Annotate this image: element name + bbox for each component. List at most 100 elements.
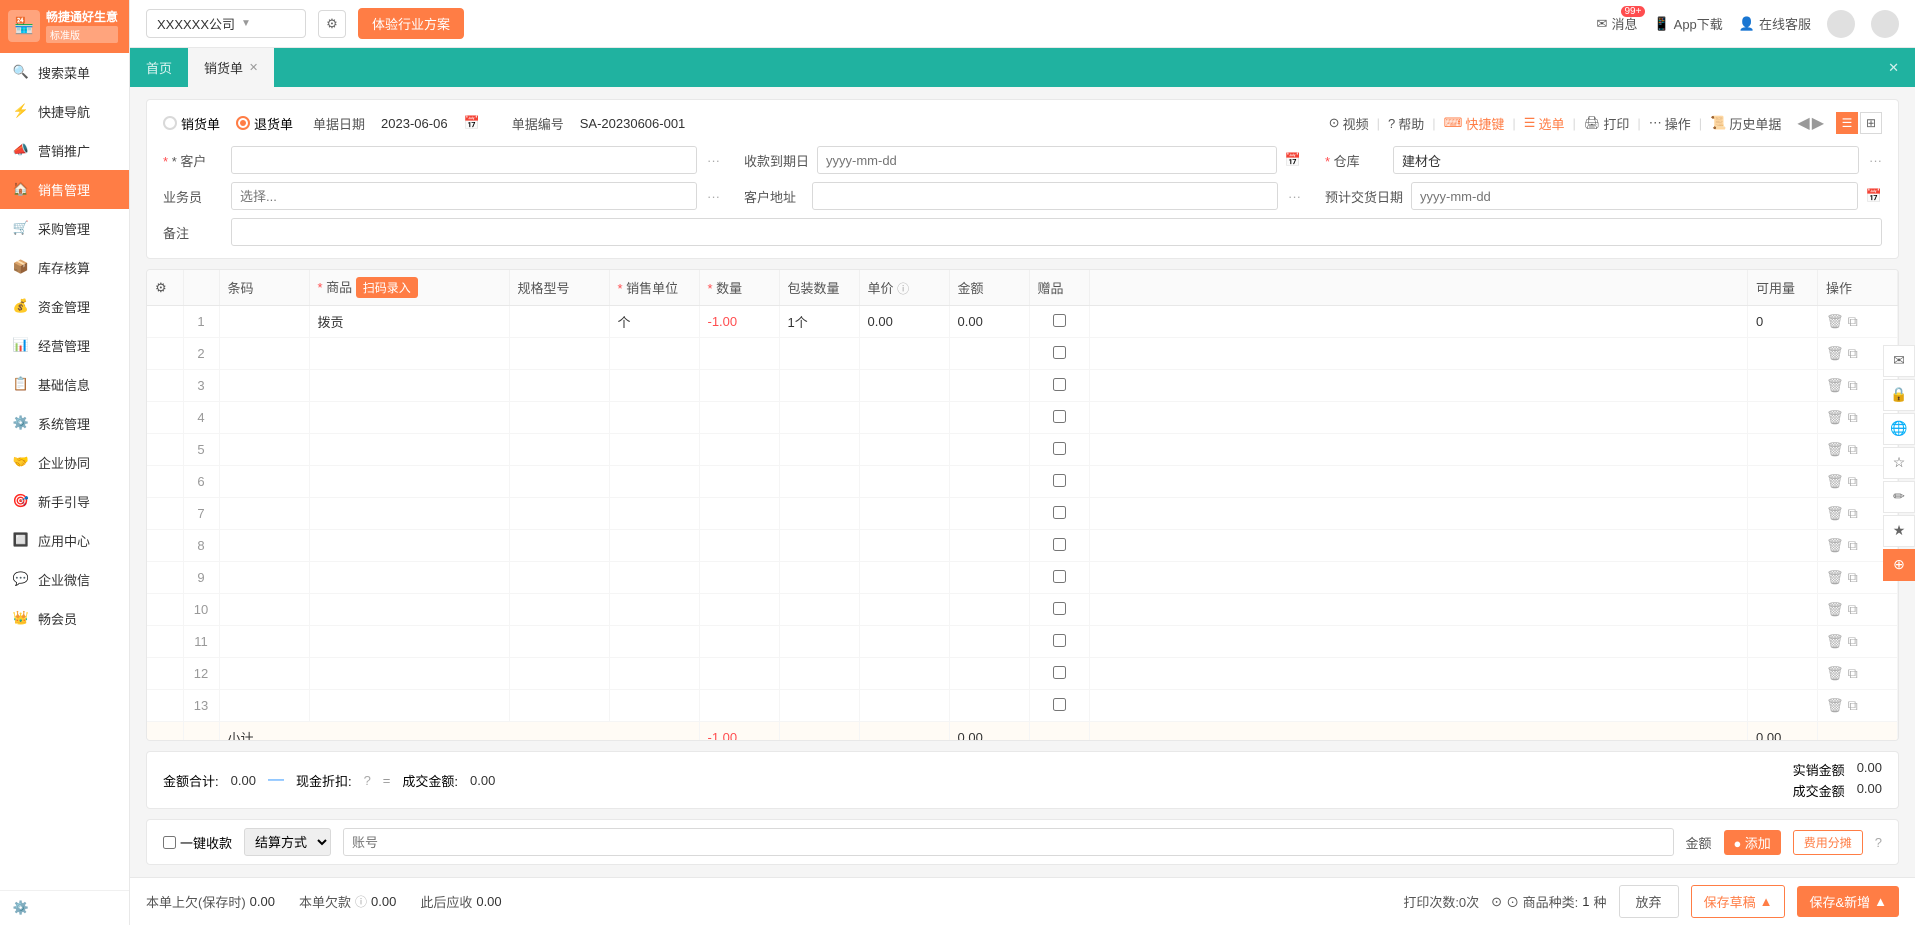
user-avatar-2[interactable] [1871,10,1899,38]
sidebar-item-base[interactable]: 📋 基础信息 [0,365,129,404]
th-spec[interactable]: 规格型号 [509,270,609,306]
copy-btn[interactable]: ⧉ [1848,377,1858,394]
float-message-button[interactable]: ✉ [1883,345,1915,377]
history-link[interactable]: 📜 历史单据 [1710,114,1781,133]
scan-button[interactable]: 扫码录入 [356,277,418,298]
th-pkg[interactable]: 包装数量 [779,270,859,306]
save-draft-button[interactable]: 保存草稿 ▲ [1691,885,1786,918]
th-avail[interactable]: 可用量 [1748,270,1818,306]
sidebar-item-search[interactable]: 🔍 搜索菜单 [0,53,129,92]
shortcut-link[interactable]: ⌨ 快捷键 [1444,114,1505,133]
gift-checkbox[interactable] [1053,506,1066,519]
cell-qty-1[interactable]: -1.00 [699,306,779,338]
delete-btn[interactable]: 🗑 [1826,697,1844,714]
sidebar-item-system[interactable]: ⚙️ 系统管理 [0,404,129,443]
cell-barcode-1[interactable] [219,306,309,338]
gift-checkbox[interactable] [1053,698,1066,711]
sidebar-item-purchase[interactable]: 🛒 采购管理 [0,209,129,248]
gift-checkbox[interactable] [1053,378,1066,391]
copy-btn[interactable]: ⧉ [1848,473,1858,490]
delete-row-1-button[interactable]: 🗑 [1826,313,1844,330]
delete-btn[interactable]: 🗑 [1826,377,1844,394]
tab-sales-order[interactable]: 销货单 ✕ [188,48,274,87]
sidebar-item-member[interactable]: 👑 畅会员 [0,599,129,638]
float-star-button[interactable]: ☆ [1883,447,1915,479]
one-click-payment-checkbox[interactable]: 一键收款 [163,833,232,852]
sidebar-item-enterprise[interactable]: 🤝 企业协同 [0,443,129,482]
copy-btn[interactable]: ⧉ [1848,665,1858,682]
gift-checkbox[interactable] [1053,570,1066,583]
user-avatar[interactable] [1827,10,1855,38]
gift-checkbox[interactable] [1053,442,1066,455]
video-link[interactable]: ⊙ 视频 [1329,114,1369,133]
float-globe-button[interactable]: 🌐 [1883,413,1915,445]
sidebar-item-finance[interactable]: 💰 资金管理 [0,287,129,326]
gift-checkbox[interactable] [1053,538,1066,551]
settle-method-select[interactable]: 结算方式 [244,828,331,856]
save-new-button[interactable]: 保存&新增 ▲ [1797,886,1899,917]
delete-btn[interactable]: 🗑 [1826,505,1844,522]
gift-checkbox-1[interactable] [1053,314,1066,327]
message-button[interactable]: ✉ 消息 99+ [1597,14,1638,33]
cell-product-1[interactable]: 拨贡 [309,306,509,338]
delete-btn[interactable]: 🗑 [1826,441,1844,458]
sidebar-item-appstore[interactable]: 🔲 应用中心 [0,521,129,560]
sidebar-item-sales[interactable]: 🏠 销售管理 [0,170,129,209]
copy-btn[interactable]: ⧉ [1848,409,1858,426]
cell-pkg-1[interactable]: 1个 [779,306,859,338]
warehouse-input[interactable] [1393,146,1859,174]
copy-row-1-button[interactable]: ⧉ [1848,313,1858,330]
tab-home[interactable]: 首页 [130,48,188,87]
sidebar-item-quicknav[interactable]: ⚡ 快捷导航 [0,92,129,131]
copy-btn[interactable]: ⧉ [1848,569,1858,586]
abandon-button[interactable]: 放弃 [1619,885,1679,918]
balance-info-icon[interactable]: ⓘ [355,893,367,910]
radio-return[interactable]: 退货单 [236,114,293,133]
th-settings[interactable]: ⚙ [147,270,183,306]
th-qty[interactable]: * 数量 [699,270,779,306]
delete-btn[interactable]: 🗑 [1826,345,1844,362]
settings-gear-button[interactable]: ⚙ [318,10,346,38]
customer-input[interactable] [231,146,697,174]
float-edit-button[interactable]: ✏ [1883,481,1915,513]
radio-sale[interactable]: 销货单 [163,114,220,133]
th-barcode[interactable]: 条码 [219,270,309,306]
copy-btn[interactable]: ⧉ [1848,345,1858,362]
copy-btn[interactable]: ⧉ [1848,601,1858,618]
calendar-icon[interactable]: 📅 [464,115,480,131]
due-date-input[interactable] [817,146,1277,174]
gift-checkbox[interactable] [1053,346,1066,359]
delete-btn[interactable]: 🗑 [1826,601,1844,618]
sidebar-item-inventory[interactable]: 📦 库存核算 [0,248,129,287]
copy-btn[interactable]: ⧉ [1848,633,1858,650]
th-unit[interactable]: * 销售单位 [609,270,699,306]
sidebar-item-marketing[interactable]: 📣 营销推广 [0,131,129,170]
copy-btn[interactable]: ⧉ [1848,537,1858,554]
delete-btn[interactable]: 🗑 [1826,473,1844,490]
delete-btn[interactable]: 🗑 [1826,537,1844,554]
gift-checkbox[interactable] [1053,474,1066,487]
gift-checkbox[interactable] [1053,410,1066,423]
expected-date-input[interactable] [1411,182,1858,210]
sidebar-item-wechat[interactable]: 💬 企业微信 [0,560,129,599]
sidebar-item-operations[interactable]: 📊 经营管理 [0,326,129,365]
one-click-checkbox[interactable] [163,836,176,849]
cell-spec-1[interactable] [509,306,609,338]
app-download-button[interactable]: 📱 App下载 [1653,14,1722,33]
list-view-button[interactable]: ☰ [1836,112,1858,134]
trial-button[interactable]: 体验行业方案 [358,8,464,39]
help-link[interactable]: ? 帮助 [1388,114,1424,133]
delete-btn[interactable]: 🗑 [1826,665,1844,682]
gift-checkbox[interactable] [1053,666,1066,679]
float-fav-button[interactable]: ★ [1883,515,1915,547]
gift-checkbox[interactable] [1053,602,1066,615]
bank-account-input[interactable] [343,828,1674,856]
copy-btn[interactable]: ⧉ [1848,505,1858,522]
copy-btn[interactable]: ⧉ [1848,697,1858,714]
company-selector[interactable]: XXXXXX公司 ▼ [146,9,306,38]
delete-btn[interactable]: 🗑 [1826,409,1844,426]
note-input[interactable] [231,218,1882,246]
expense-help-icon[interactable]: ? [1875,835,1882,850]
float-orange-button[interactable]: ⊕ [1883,549,1915,581]
sidebar-item-guide[interactable]: 🎯 新手引导 [0,482,129,521]
